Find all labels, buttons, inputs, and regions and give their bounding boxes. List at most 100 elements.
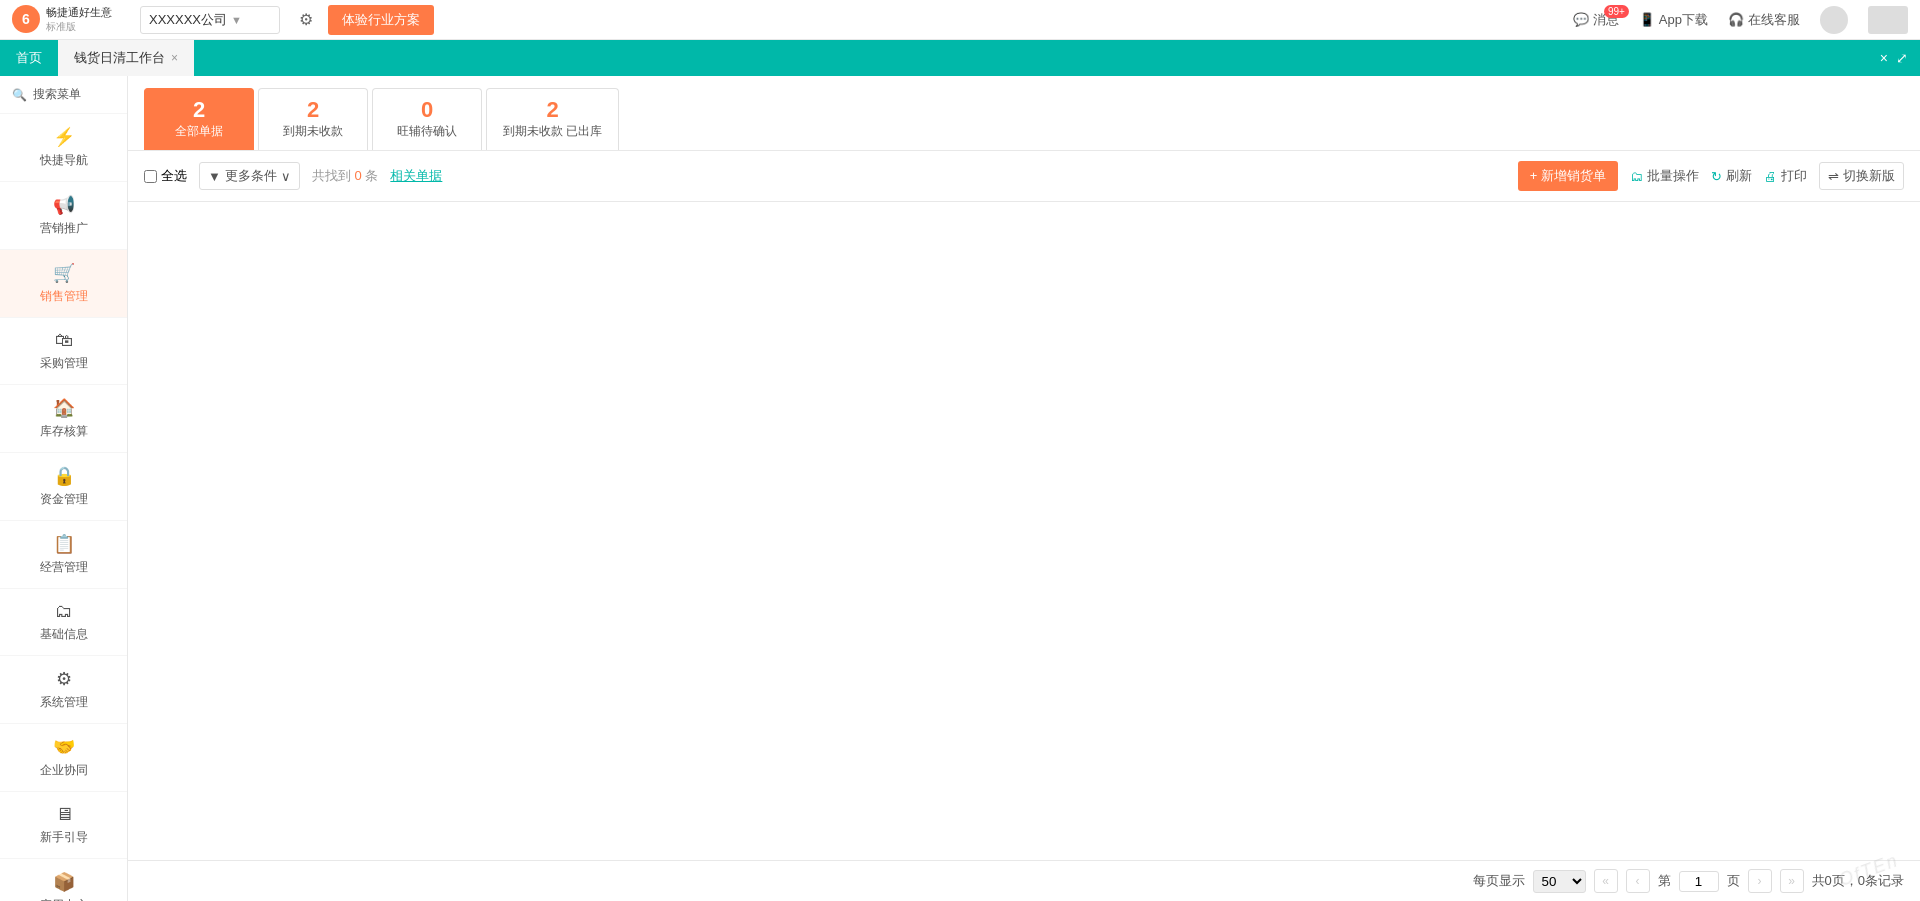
- online-service-label: 在线客服: [1748, 11, 1800, 29]
- sidebar-item-guide[interactable]: 🖥 新手引导: [0, 792, 127, 859]
- stat-overdue-shipped-label: 到期未收款 已出库: [503, 124, 602, 138]
- tab-workbench-label: 钱货日清工作台: [74, 49, 165, 67]
- switch-label: 切换新版: [1843, 167, 1895, 185]
- search-menu-item[interactable]: 🔍 搜索菜单: [0, 76, 127, 114]
- per-page-select[interactable]: 50 20 100: [1533, 870, 1586, 893]
- stat-wangwang-label: 旺辅待确认: [397, 124, 457, 138]
- stat-overdue-label: 到期未收款: [283, 124, 343, 138]
- prev-page-button[interactable]: ‹: [1626, 869, 1650, 893]
- app-download-button[interactable]: 📱 App下载: [1639, 11, 1708, 29]
- stat-all-num: 2: [161, 97, 237, 123]
- sidebar-item-label: 营销推广: [40, 220, 88, 237]
- sidebar-item-enterprise[interactable]: 🤝 企业协同: [0, 724, 127, 792]
- refresh-label: 刷新: [1726, 167, 1752, 185]
- select-all-checkbox-wrapper[interactable]: 全选: [144, 167, 187, 185]
- sidebar-item-label: 企业协同: [40, 762, 88, 779]
- refresh-button[interactable]: ↻ 刷新: [1711, 167, 1752, 185]
- first-page-button[interactable]: «: [1594, 869, 1618, 893]
- basic-info-icon: 🗂: [55, 601, 73, 622]
- stat-tab-overdue-shipped[interactable]: 2 到期未收款 已出库: [486, 88, 619, 150]
- sidebar-item-label: 基础信息: [40, 626, 88, 643]
- sidebar-item-label: 应用中心: [40, 897, 88, 901]
- user-menu[interactable]: [1868, 6, 1908, 34]
- topbar-actions: ⚙ 体验行业方案: [292, 5, 434, 35]
- sidebar-item-purchase[interactable]: 🛍 采购管理: [0, 318, 127, 385]
- marketing-icon: 📢: [53, 194, 75, 216]
- stat-tab-wangwang[interactable]: 0 旺辅待确认: [372, 88, 482, 150]
- quick-nav-icon: ⚡: [53, 126, 75, 148]
- batch-label: 批量操作: [1647, 167, 1699, 185]
- experience-button[interactable]: 体验行业方案: [328, 5, 434, 35]
- content-area: 2 全部单据 2 到期未收款 0 旺辅待确认 2 到期未收款 已出库 全选: [128, 76, 1920, 901]
- tab-close-icon[interactable]: ×: [171, 51, 178, 65]
- filter-button[interactable]: ▼ 更多条件 ∨: [199, 162, 300, 190]
- switch-version-button[interactable]: ⇌ 切换新版: [1819, 162, 1904, 190]
- window-close-icon[interactable]: ×: [1880, 50, 1888, 66]
- app-download-label: App下载: [1659, 11, 1708, 29]
- app-title: 畅捷通好生意: [46, 5, 112, 19]
- service-icon: 🎧: [1728, 12, 1744, 27]
- stat-tab-all[interactable]: 2 全部单据: [144, 88, 254, 150]
- table-area: [128, 202, 1920, 860]
- found-number: 0: [355, 168, 362, 183]
- sidebar-item-finance[interactable]: 🔒 资金管理: [0, 453, 127, 521]
- sidebar-item-system[interactable]: ⚙ 系统管理: [0, 656, 127, 724]
- sidebar-item-label: 库存核算: [40, 423, 88, 440]
- tab-home[interactable]: 首页: [0, 40, 58, 76]
- message-button[interactable]: 💬 消息 99+: [1573, 11, 1619, 29]
- sidebar-item-label: 销售管理: [40, 288, 88, 305]
- online-service-button[interactable]: 🎧 在线客服: [1728, 11, 1800, 29]
- stat-wangwang-num: 0: [389, 97, 465, 123]
- next-page-button[interactable]: ›: [1748, 869, 1772, 893]
- print-button[interactable]: 🖨 打印: [1764, 167, 1807, 185]
- batch-action-button[interactable]: 🗂 批量操作: [1630, 167, 1699, 185]
- add-sales-order-button[interactable]: + 新增销货单: [1518, 161, 1618, 191]
- page-input[interactable]: [1679, 871, 1719, 892]
- avatar[interactable]: [1820, 6, 1848, 34]
- stat-overdue-shipped-num: 2: [503, 97, 602, 123]
- stat-overdue-num: 2: [275, 97, 351, 123]
- related-documents-link[interactable]: 相关单据: [390, 167, 442, 185]
- print-label: 打印: [1781, 167, 1807, 185]
- nav-tabs: 首页 钱货日清工作台 × × ⤢: [0, 40, 1920, 76]
- stat-tabs: 2 全部单据 2 到期未收款 0 旺辅待确认 2 到期未收款 已出库: [128, 76, 1920, 151]
- sidebar-item-label: 采购管理: [40, 355, 88, 372]
- toolbar: 全选 ▼ 更多条件 ∨ 共找到 0 条 相关单据 + 新增销货单 🗂 批量操作: [128, 151, 1920, 202]
- select-all-checkbox[interactable]: [144, 170, 157, 183]
- topbar: 6 畅捷通好生意 标准版 XXXXXX公司 ▼ ⚙ 体验行业方案 💬 消息 99…: [0, 0, 1920, 40]
- chevron-down-icon: ▼: [231, 14, 242, 26]
- sidebar-item-sales[interactable]: 🛒 销售管理: [0, 250, 127, 318]
- settings-icon[interactable]: ⚙: [292, 6, 320, 34]
- topbar-right: 💬 消息 99+ 📱 App下载 🎧 在线客服: [1573, 6, 1908, 34]
- company-name: XXXXXX公司: [149, 11, 227, 29]
- batch-icon: 🗂: [1630, 169, 1643, 184]
- sidebar-item-label: 系统管理: [40, 694, 88, 711]
- company-selector[interactable]: XXXXXX公司 ▼: [140, 6, 280, 34]
- main-layout: 🔍 搜索菜单 ⚡ 快捷导航 📢 营销推广 🛒 销售管理 🛍 采购管理 🏠 库存核…: [0, 76, 1920, 901]
- app-subtitle: 标准版: [46, 20, 112, 34]
- app-logo: 6 畅捷通好生意 标准版: [12, 5, 140, 33]
- purchase-icon: 🛍: [55, 330, 73, 351]
- inventory-icon: 🏠: [53, 397, 75, 419]
- tab-workbench[interactable]: 钱货日清工作台 ×: [58, 40, 194, 76]
- pagination: 每页显示 50 20 100 « ‹ 第 页 › » 共0页，0条记录: [128, 860, 1920, 901]
- sidebar-item-operation[interactable]: 📋 经营管理: [0, 521, 127, 589]
- message-icon: 💬: [1573, 12, 1589, 27]
- sidebar-item-app-center[interactable]: 📦 应用中心: [0, 859, 127, 901]
- per-page-label: 每页显示: [1473, 872, 1525, 890]
- window-maximize-icon[interactable]: ⤢: [1896, 50, 1908, 66]
- sidebar-item-marketing[interactable]: 📢 营销推广: [0, 182, 127, 250]
- sales-icon: 🛒: [53, 262, 75, 284]
- sidebar-item-label: 新手引导: [40, 829, 88, 846]
- last-page-button[interactable]: »: [1780, 869, 1804, 893]
- sidebar-item-quick-nav[interactable]: ⚡ 快捷导航: [0, 114, 127, 182]
- print-icon: 🖨: [1764, 169, 1777, 184]
- enterprise-icon: 🤝: [53, 736, 75, 758]
- sidebar-item-label: 资金管理: [40, 491, 88, 508]
- app-download-icon: 📱: [1639, 12, 1655, 27]
- stat-tab-overdue[interactable]: 2 到期未收款: [258, 88, 368, 150]
- sidebar-item-inventory[interactable]: 🏠 库存核算: [0, 385, 127, 453]
- toolbar-right-actions: + 新增销货单 🗂 批量操作 ↻ 刷新 🖨 打印 ⇌ 切换新版: [1518, 161, 1904, 191]
- sidebar-item-basic-info[interactable]: 🗂 基础信息: [0, 589, 127, 656]
- sidebar: 🔍 搜索菜单 ⚡ 快捷导航 📢 营销推广 🛒 销售管理 🛍 采购管理 🏠 库存核…: [0, 76, 128, 901]
